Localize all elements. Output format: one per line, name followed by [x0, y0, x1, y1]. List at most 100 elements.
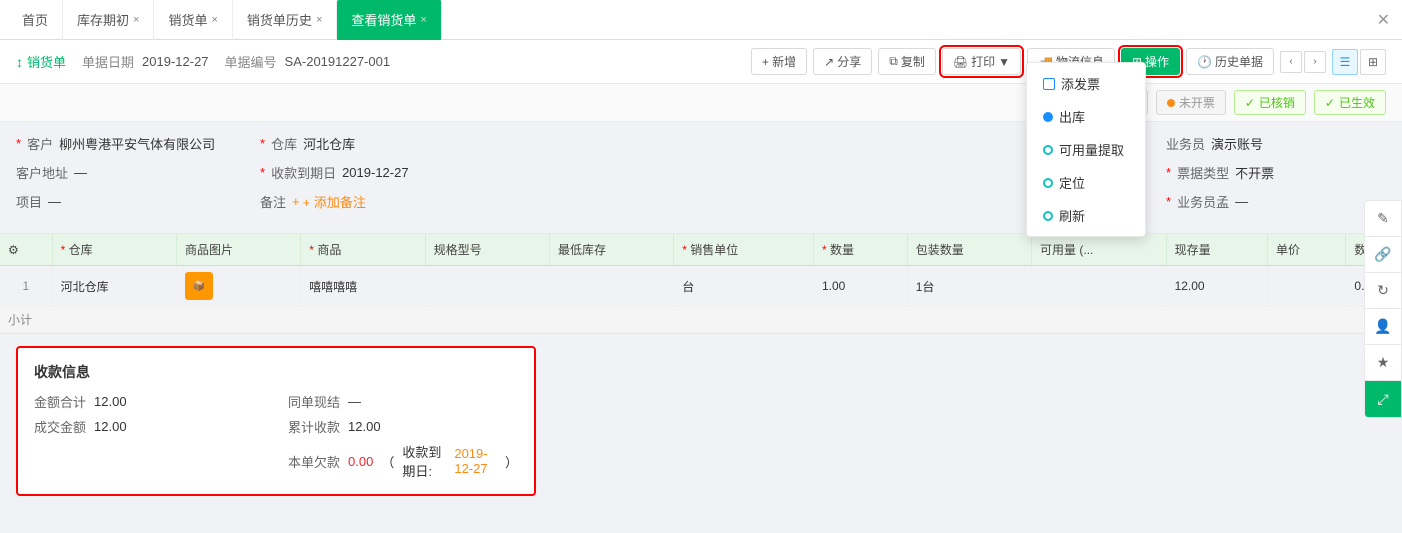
- single-settlement-value: —: [348, 394, 361, 409]
- payment-info-box: 收款信息 金额合计 12.00 同单现结 — 成交金额 12.00 累计收款 1…: [16, 346, 536, 496]
- window-close-button[interactable]: ✕: [1377, 10, 1390, 30]
- col-unit: 销售单位: [674, 234, 814, 266]
- row-unit-price: [1267, 266, 1345, 307]
- add-note-label: + 添加备注: [303, 192, 366, 211]
- history-button[interactable]: 🕐 历史单据: [1186, 48, 1274, 75]
- project-value: —: [48, 194, 61, 209]
- history-label: 历史单据: [1215, 53, 1263, 70]
- menu-item-available-extract[interactable]: 可用量提取: [1027, 133, 1145, 166]
- total-value: 12.00: [94, 394, 127, 409]
- staff2-field: * 业务员孟 —: [1166, 192, 1386, 211]
- print-button[interactable]: 🖨 打印 ▼: [942, 48, 1021, 75]
- effective-button[interactable]: ✓ 已生效: [1314, 90, 1386, 115]
- next-button[interactable]: ›: [1304, 51, 1326, 73]
- sidebar-user-button[interactable]: 👤: [1365, 309, 1401, 345]
- staff2-label: 业务员孟: [1177, 192, 1229, 211]
- payment-grid: 金额合计 12.00 同单现结 — 成交金额 12.00 累计收款 12.00 …: [34, 392, 518, 480]
- col-unit-price: 单价: [1267, 234, 1345, 266]
- copy-icon: ⧉: [889, 54, 898, 69]
- history-icon: 🕐: [1197, 55, 1212, 69]
- dot-icon: [1167, 99, 1175, 107]
- tab-inventory-init-close[interactable]: ×: [133, 14, 139, 26]
- warehouse-value: 河北仓库: [303, 134, 355, 153]
- col-min-stock: 最低库存: [549, 234, 673, 266]
- menu-out-warehouse-label: 出库: [1059, 107, 1085, 126]
- menu-item-locate[interactable]: 定位: [1027, 166, 1145, 199]
- payment-transaction: 成交金额 12.00: [34, 417, 264, 436]
- row-warehouse: 河北仓库: [52, 266, 176, 307]
- subtotal-label: 小计: [0, 307, 1402, 333]
- payment-single-settlement: 同单现结 —: [288, 392, 518, 411]
- payment-date-value: 2019-12-27: [342, 165, 409, 180]
- view-toggle: ☰ ⊞: [1332, 49, 1386, 75]
- form-row-3: 项目 — 备注 + + 添加备注 * 业务员孟 —: [16, 192, 1386, 211]
- expand-icon: ⤢: [1377, 391, 1388, 408]
- refresh-icon: [1043, 211, 1053, 221]
- col-product-img: 商品图片: [176, 234, 300, 266]
- tab-inventory-init[interactable]: 库存期初 ×: [63, 0, 154, 40]
- doc-type-badge: ↕ 销货单: [16, 52, 66, 71]
- rotate-icon: ↻: [1377, 282, 1389, 299]
- staff-value: 演示账号: [1211, 134, 1263, 153]
- menu-item-out-warehouse[interactable]: 出库: [1027, 100, 1145, 133]
- transaction-label: 成交金额: [34, 417, 86, 436]
- cumulative-label: 累计收款: [288, 417, 340, 436]
- not-open-button[interactable]: 未开票: [1156, 90, 1226, 115]
- staff-field: 业务员 演示账号: [1166, 134, 1386, 153]
- invoice-type-value: 不开票: [1235, 163, 1274, 182]
- col-pkg-qty: 包装数量: [907, 234, 1031, 266]
- tab-sales-history-label: 销货单历史: [247, 10, 312, 29]
- form-row-2: 客户地址 — * 收款到期日 2019-12-27 * 票据类型 不开票: [16, 163, 1386, 182]
- table-header-row: ⚙ 仓库 商品图片 商品 规格型号 最低库存 销售单位 数量 包装数量 可用量 …: [0, 234, 1402, 266]
- sidebar-edit-button[interactable]: ✎: [1365, 201, 1401, 237]
- star-icon: ★: [1377, 354, 1390, 371]
- menu-item-add-invoice[interactable]: 添发票: [1027, 67, 1145, 100]
- sidebar-link-button[interactable]: 🔗: [1365, 237, 1401, 273]
- not-open-label: 未开票: [1179, 94, 1215, 111]
- transaction-value: 12.00: [94, 419, 127, 434]
- add-note-button[interactable]: + + 添加备注: [292, 192, 366, 211]
- tab-sales-order-label: 销货单: [168, 10, 207, 29]
- sidebar-star-button[interactable]: ★: [1365, 345, 1401, 381]
- menu-item-refresh[interactable]: 刷新: [1027, 199, 1145, 232]
- owed-close-paren: ）: [505, 452, 518, 471]
- tab-home[interactable]: 首页: [8, 0, 63, 40]
- row-min-stock: [549, 266, 673, 307]
- user-icon: 👤: [1374, 318, 1391, 335]
- confirm-button[interactable]: ✓ 已核销: [1234, 90, 1306, 115]
- customer-label: 客户: [27, 134, 53, 153]
- tab-sales-order[interactable]: 销货单 ×: [154, 0, 232, 40]
- tab-sales-history[interactable]: 销货单历史 ×: [233, 0, 337, 40]
- tab-sales-order-close[interactable]: ×: [211, 14, 217, 26]
- prev-button[interactable]: ‹: [1280, 51, 1302, 73]
- list-view-button[interactable]: ☰: [1332, 49, 1358, 75]
- cumulative-value: 12.00: [348, 419, 381, 434]
- tab-view-sales-close[interactable]: ×: [420, 14, 426, 26]
- row-quantity: 1.00: [813, 266, 907, 307]
- doc-date-label: 单据日期: [82, 52, 134, 71]
- out-warehouse-icon: [1043, 112, 1053, 122]
- nav-arrows: ‹ ›: [1280, 51, 1326, 73]
- sidebar-rotate-button[interactable]: ↻: [1365, 273, 1401, 309]
- new-button[interactable]: + 新增: [751, 48, 807, 75]
- print-icon: 🖨: [953, 55, 968, 69]
- menu-refresh-label: 刷新: [1059, 206, 1085, 225]
- col-available: 可用量 (...: [1032, 234, 1167, 266]
- sidebar-expand-button[interactable]: ⤢: [1365, 381, 1401, 417]
- copy-button[interactable]: ⧉ 复制: [878, 48, 936, 75]
- share-button[interactable]: ↗ 分享: [813, 48, 872, 75]
- form-row-1: * 客户 柳州粤港平安气体有限公司 * 仓库 河北仓库 业务员 演示账号: [16, 134, 1386, 153]
- tab-view-sales[interactable]: 查看销货单 ×: [337, 0, 441, 40]
- row-pkg-qty: 1台: [907, 266, 1031, 307]
- due-date-label: 收款到期日:: [402, 442, 446, 480]
- tab-sales-history-close[interactable]: ×: [316, 14, 322, 26]
- share-label: 分享: [837, 53, 861, 70]
- owed-label: 本单欠款: [288, 452, 340, 471]
- grid-view-button[interactable]: ⊞: [1360, 49, 1386, 75]
- copy-label: 复制: [901, 53, 925, 70]
- project-label: 项目: [16, 192, 42, 211]
- confirm-label: 已核销: [1259, 94, 1295, 111]
- right-sidebar: ✎ 🔗 ↻ 👤 ★ ⤢: [1364, 200, 1402, 418]
- payment-owed: 本单欠款 0.00 （ 收款到期日: 2019-12-27 ）: [288, 442, 518, 480]
- operation-label: 操作: [1145, 53, 1169, 70]
